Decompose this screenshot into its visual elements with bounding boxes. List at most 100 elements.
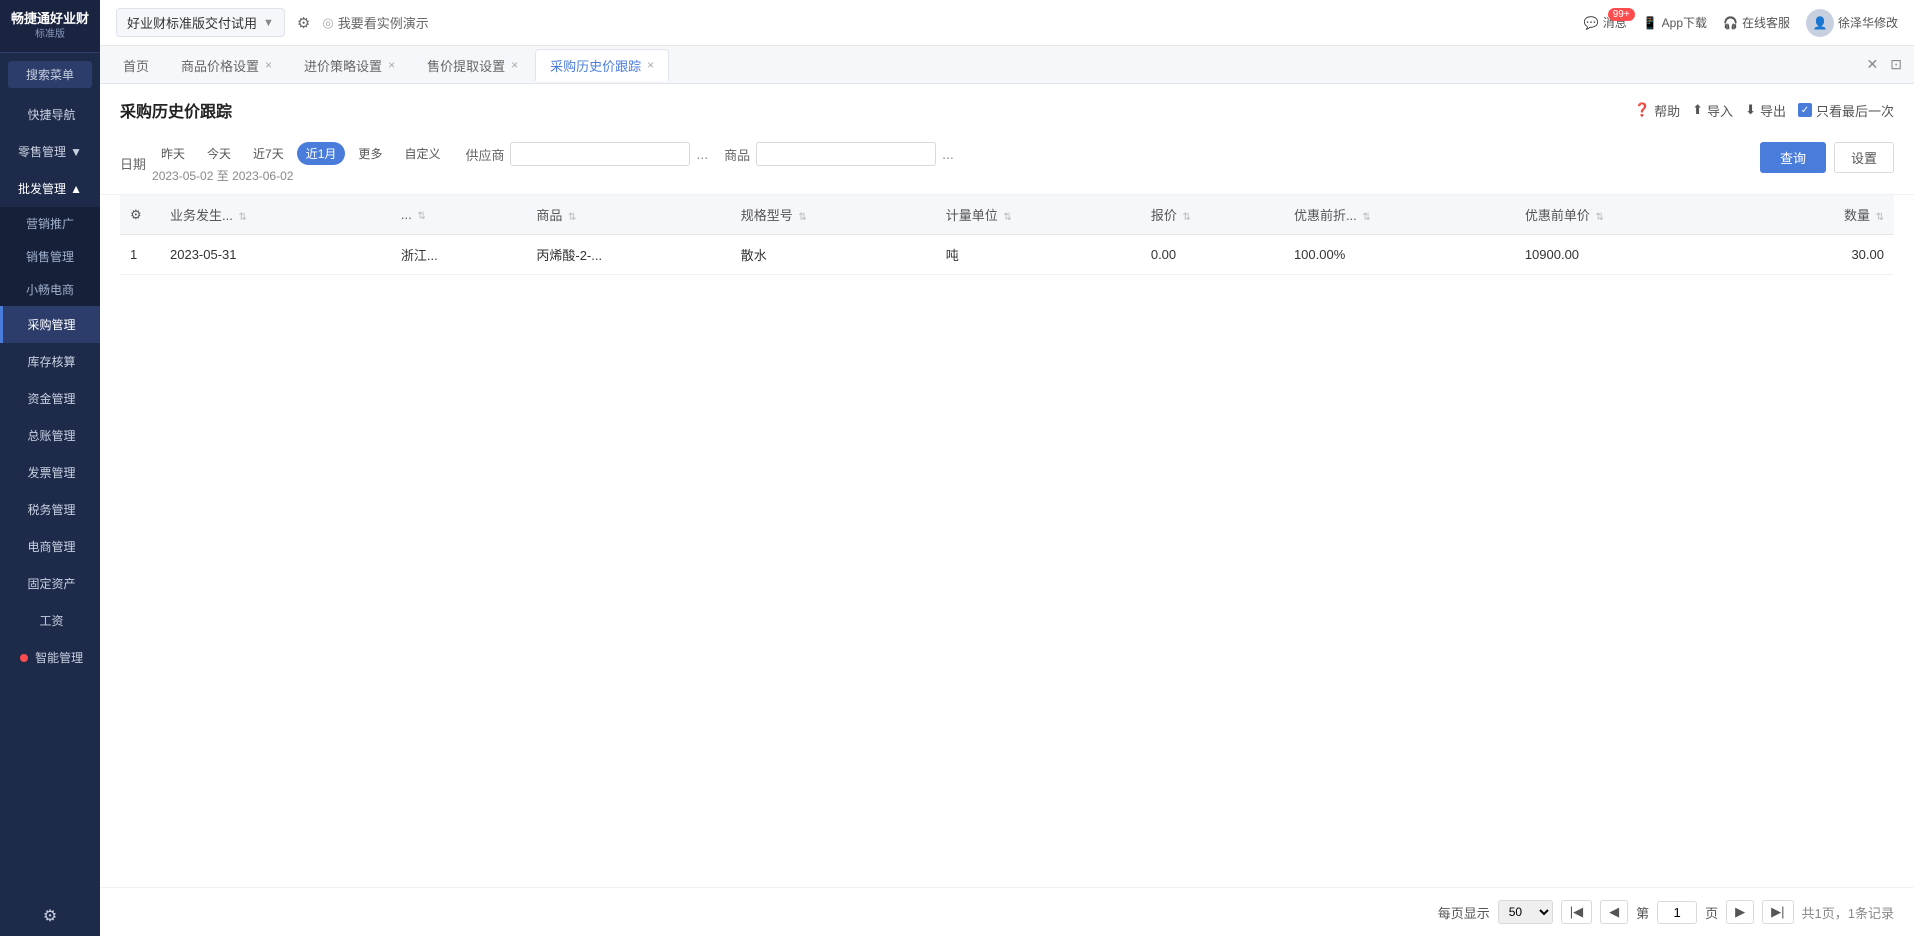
app-download-button[interactable]: 📱 App下载 [1643,14,1707,31]
th-pre-discount-price[interactable]: 优惠前单价 ⇅ [1515,195,1751,235]
export-button[interactable]: ⬇ 导出 [1745,101,1786,120]
search-menu-button[interactable]: 搜索菜单 [8,61,92,88]
th-gear[interactable]: ⚙ [120,195,160,235]
tab-price[interactable]: 商品价格设置 × [166,49,287,81]
tab-sale-price[interactable]: 售价提取设置 × [412,49,533,81]
date-btn-7days[interactable]: 近7天 [244,142,293,165]
messages-button[interactable]: 💬 消息 99+ [1584,14,1627,31]
th-discount[interactable]: 优惠前折... ⇅ [1284,195,1515,235]
online-support-label: 在线客服 [1742,14,1790,31]
sidebar-item-ecom[interactable]: 电商管理 [0,528,100,565]
sidebar-item-quick-nav[interactable]: 快捷导航 [0,96,100,133]
th-unit[interactable]: 计量单位 ⇅ [936,195,1141,235]
date-btn-today[interactable]: 今天 [198,142,240,165]
sidebar-item-ledger[interactable]: 总账管理 [0,417,100,454]
goods-filter-label: 商品 [724,145,750,164]
cell-spec: 散水 [731,235,936,275]
demo-label: 我要看实例演示 [338,13,429,32]
demo-link[interactable]: 我要看实例演示 [322,13,428,32]
gear-icon[interactable]: ⚙ [43,908,57,925]
import-button[interactable]: ⬆ 导入 [1692,101,1733,120]
pagination-last-btn[interactable]: ▶| [1762,900,1793,924]
import-label: 导入 [1707,101,1733,120]
tab-home-label: 首页 [123,56,149,75]
date-range-display: 2023-05-02 至 2023-06-02 [152,167,449,184]
per-page-select[interactable]: 50 10 20 100 [1498,900,1553,924]
cell-num: 1 [120,235,160,275]
tab-purchase-strategy-close[interactable]: × [388,58,395,72]
th-biz-date[interactable]: 业务发生... ⇅ [160,195,391,235]
sidebar-item-smart[interactable]: 智能管理 [0,639,100,676]
chevron-down-icon: ▼ [70,145,82,159]
th-spec[interactable]: 规格型号 ⇅ [731,195,936,235]
sidebar-item-purchase[interactable]: 采购管理 [0,306,100,343]
query-button[interactable]: 查询 [1760,142,1826,173]
headset-icon: 🎧 [1723,16,1738,30]
page-suffix: 页 [1705,903,1718,922]
page-number-input[interactable] [1657,901,1697,924]
user-menu[interactable]: 👤 徐泽华修改 [1806,9,1898,37]
date-btn-custom[interactable]: 自定义 [395,142,449,165]
sidebar-search[interactable]: 搜索菜单 [0,53,100,96]
pagination-bar: 每页显示 50 10 20 100 |◀ ◀ 第 页 ▶ ▶| 共1页，1条记录 [100,887,1914,936]
sidebar-item-finance[interactable]: 资金管理 [0,380,100,417]
tab-home[interactable]: 首页 [108,49,164,81]
tab-purchase-history-close[interactable]: × [647,58,654,72]
sidebar-item-salary[interactable]: 工资 [0,602,100,639]
sidebar-item-invoice[interactable]: 发票管理 [0,454,100,491]
goods-dots[interactable]: ... [942,146,954,162]
pagination-prev-btn[interactable]: ◀ [1600,900,1628,924]
th-spec-label: 规格型号 [741,208,793,223]
online-support-button[interactable]: 🎧 在线客服 [1723,14,1790,31]
sidebar-item-sales[interactable]: 销售管理 [0,240,100,273]
th-quote[interactable]: 报价 ⇅ [1141,195,1284,235]
sidebar-item-label: 总账管理 [27,429,75,443]
tab-panel-expand-btn[interactable]: ⊡ [1886,52,1906,77]
sidebar-item-ecom-small[interactable]: 小畅电商 [0,273,100,306]
sidebar-item-fixed-assets[interactable]: 固定资产 [0,565,100,602]
cell-qty: 30.00 [1751,235,1894,275]
th-goods[interactable]: 商品 ⇅ [526,195,730,235]
tab-sale-price-close[interactable]: × [511,58,518,72]
sidebar-item-tax[interactable]: 税务管理 [0,491,100,528]
tab-sale-price-label: 售价提取设置 [427,56,505,75]
product-selector[interactable]: 好业财标准版交付试用 ▼ [116,8,285,37]
supplier-input[interactable] [510,142,690,166]
table-row: 1 2023-05-31 浙江... 丙烯酸-2-... 散水 吨 0.00 1… [120,235,1894,275]
dot-indicator-icon [20,654,28,662]
sidebar-item-inventory[interactable]: 库存核算 [0,343,100,380]
tab-panel-close-btn[interactable]: ✕ [1863,52,1883,77]
user-name: 徐泽华修改 [1838,14,1898,31]
pagination-first-btn[interactable]: |◀ [1561,900,1592,924]
main-content: 好业财标准版交付试用 ▼ ⚙ 我要看实例演示 💬 消息 99+ 📱 App下载 … [100,0,1914,936]
settings-button[interactable]: 设置 [1834,142,1894,173]
th-pre-discount-price-label: 优惠前单价 [1525,208,1590,223]
sidebar-item-label: 批发管理 [18,180,66,197]
page-label: 第 [1636,903,1649,922]
only-last-checkbox[interactable]: ✓ 只看最后一次 [1798,101,1894,120]
date-buttons-row: 昨天 今天 近7天 近1月 更多 自定义 [152,142,449,165]
sidebar-item-label: 资金管理 [27,392,75,406]
th-quote-label: 报价 [1151,208,1177,223]
filter-bar: 日期 昨天 今天 近7天 近1月 更多 自定义 2023-05-02 至 202… [100,132,1914,195]
sidebar-item-wholesale[interactable]: 批发管理 ▲ [0,170,100,207]
tab-purchase-history-label: 采购历史价跟踪 [550,56,641,75]
date-btn-yesterday[interactable]: 昨天 [152,142,194,165]
settings-icon[interactable]: ⚙ [297,14,310,32]
help-button[interactable]: ❓ 帮助 [1634,101,1680,120]
tab-panel-controls: ✕ ⊡ [1863,52,1906,77]
supplier-dots[interactable]: ... [696,146,708,162]
sidebar-item-retail[interactable]: 零售管理 ▼ [0,133,100,170]
tab-purchase-history[interactable]: 采购历史价跟踪 × [535,49,669,81]
th-dots[interactable]: ... ⇅ [391,195,526,235]
pagination-next-btn[interactable]: ▶ [1726,900,1754,924]
gear-icon: ⚙ [130,207,142,222]
th-qty[interactable]: 数量 ⇅ [1751,195,1894,235]
tab-purchase-strategy[interactable]: 进价策略设置 × [289,49,410,81]
date-btn-more[interactable]: 更多 [349,142,391,165]
date-btn-1month[interactable]: 近1月 [297,142,346,165]
table-body: 1 2023-05-31 浙江... 丙烯酸-2-... 散水 吨 0.00 1… [120,235,1894,275]
sidebar-item-marketing[interactable]: 营销推广 [0,207,100,240]
goods-input[interactable] [756,142,936,166]
tab-price-close[interactable]: × [265,58,272,72]
